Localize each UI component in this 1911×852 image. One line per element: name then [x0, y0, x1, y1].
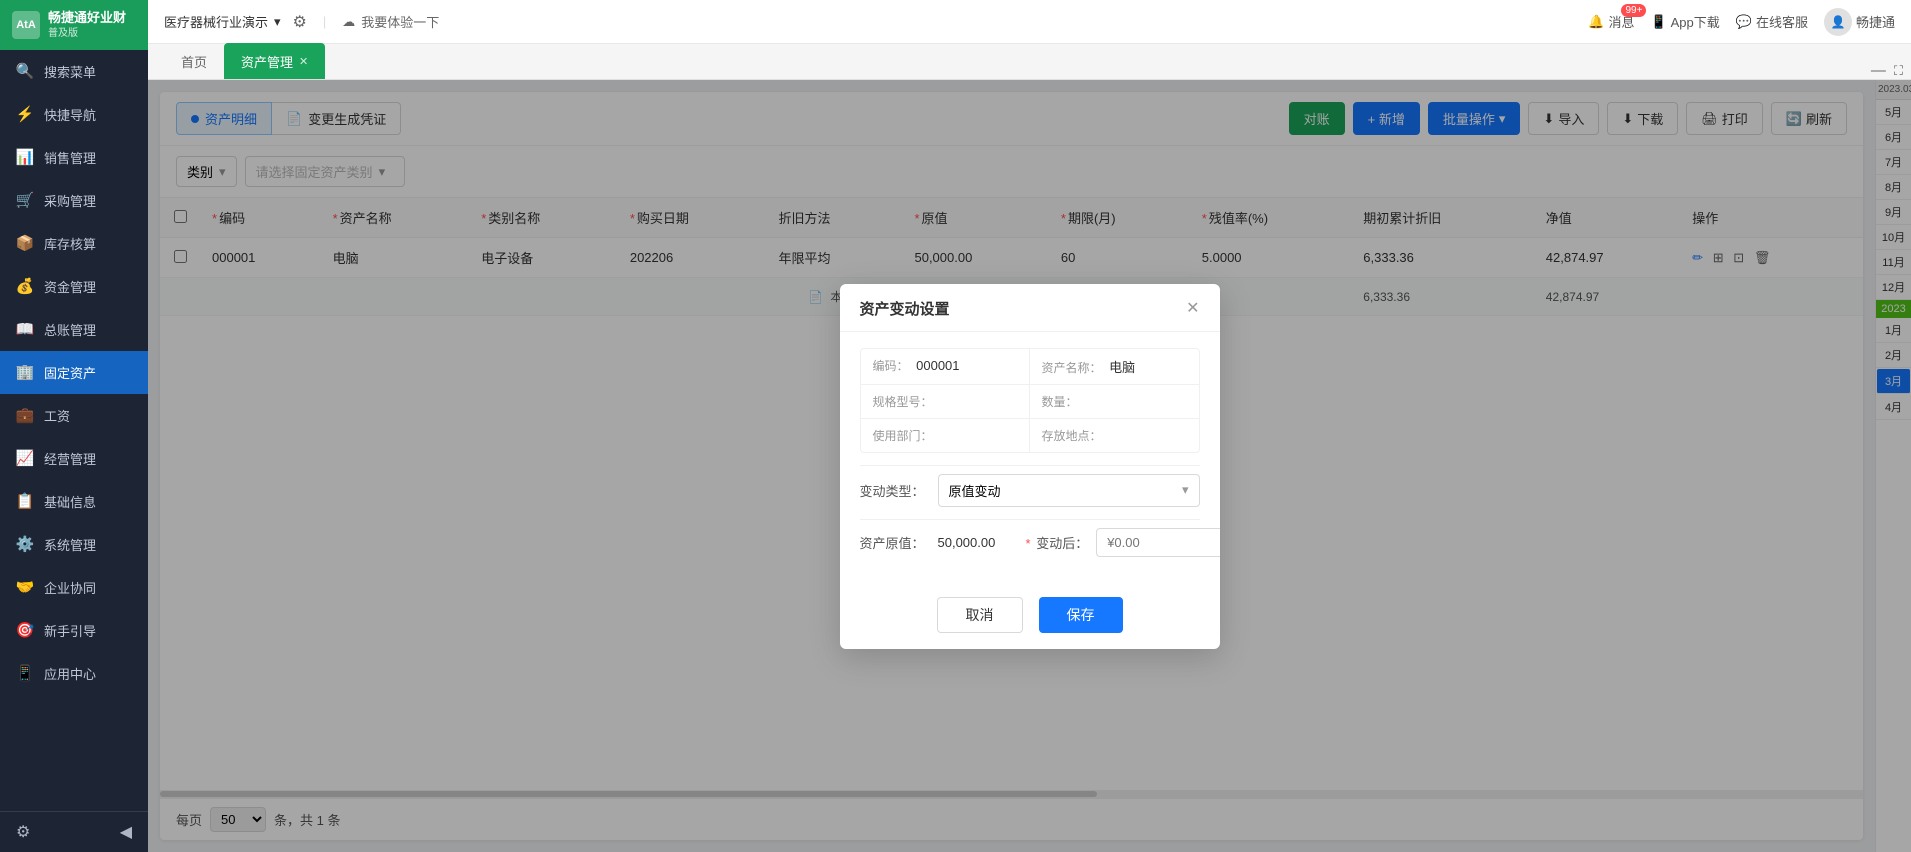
- content-area: 资产明细 📄 变更生成凭证 对账 + 新增 批量操作 ▾: [148, 80, 1911, 852]
- collapse-icon[interactable]: ◀: [120, 822, 132, 842]
- fixed-assets-icon: 🏢: [16, 363, 34, 381]
- sidebar-item-enterprise[interactable]: 🤝 企业协同: [0, 566, 148, 609]
- dialog-body: 编码： 000001 资产名称： 电脑 规格型号： 数量：: [840, 332, 1220, 585]
- window-maximize-icon[interactable]: ⛶: [1894, 63, 1903, 79]
- topbar-right: 🔔 消息 99+ 📱 App下载 💬 在线客服 👤 畅捷通: [1588, 8, 1895, 36]
- company-selector[interactable]: 医疗器械行业演示 ▾: [164, 12, 281, 31]
- sidebar-item-app-center[interactable]: 📱 应用中心: [0, 652, 148, 695]
- dialog-spec-cell: 规格型号：: [861, 385, 1030, 419]
- sidebar-item-system[interactable]: ⚙️ 系统管理: [0, 523, 148, 566]
- dialog-qty-cell: 数量：: [1030, 385, 1199, 419]
- experience-btn[interactable]: ☁ 我要体验一下: [342, 12, 439, 31]
- sidebar-item-ledger[interactable]: 📖 总账管理: [0, 308, 148, 351]
- sidebar: AtA 畅捷通好业财 普及版 🔍 搜索菜单 ⚡ 快捷导航 📊 销售管理 🛒 采购…: [0, 0, 148, 852]
- tab-home[interactable]: 首页: [164, 43, 224, 79]
- sidebar-item-purchase[interactable]: 🛒 采购管理: [0, 179, 148, 222]
- sidebar-item-inventory[interactable]: 📦 库存核算: [0, 222, 148, 265]
- purchase-icon: 🛒: [16, 191, 34, 209]
- service-icon: 💬: [1736, 14, 1752, 30]
- window-minimize-icon[interactable]: —: [1871, 62, 1886, 79]
- tabbar: 首页 资产管理 ✕ — ⛶: [148, 44, 1911, 80]
- guide-icon: 🎯: [16, 621, 34, 639]
- dialog-divider1: [860, 465, 1200, 466]
- tab-close-icon[interactable]: ✕: [299, 55, 308, 68]
- dropdown-icon: ▾: [274, 14, 281, 30]
- after-value-input[interactable]: [1107, 535, 1219, 550]
- app-center-icon: 📱: [16, 664, 34, 682]
- tab-asset-management[interactable]: 资产管理 ✕: [224, 43, 325, 79]
- system-icon: ⚙️: [16, 535, 34, 553]
- brand-text: 畅捷通好业财 普及版: [48, 10, 126, 40]
- topbar: 医疗器械行业演示 ▾ ⚙ | ☁ 我要体验一下 🔔 消息 99+ 📱 App下载…: [148, 0, 1911, 44]
- sidebar-item-guide[interactable]: 🎯 新手引导: [0, 609, 148, 652]
- change-type-select[interactable]: 原值变动 ▾: [938, 474, 1200, 507]
- asset-change-dialog: 资产变动设置 ✕ 编码： 000001 资产名称： 电脑: [840, 284, 1220, 649]
- avatar: 👤: [1824, 8, 1852, 36]
- change-type-row: 变动类型： 原值变动 ▾: [860, 474, 1200, 507]
- sales-icon: 📊: [16, 148, 34, 166]
- download-icon: 📱: [1650, 14, 1666, 30]
- enterprise-icon: 🤝: [16, 578, 34, 596]
- dialog-title: 资产变动设置: [860, 298, 950, 319]
- sidebar-item-fixed-assets[interactable]: 🏢 固定资产: [0, 351, 148, 394]
- dialog-dept-cell: 使用部门：: [861, 419, 1030, 452]
- download-btn[interactable]: 📱 App下载: [1650, 12, 1719, 31]
- dialog-name-cell: 资产名称： 电脑: [1030, 349, 1199, 385]
- dialog-code-cell: 编码： 000001: [861, 349, 1030, 385]
- topbar-divider: |: [323, 14, 326, 29]
- bell-icon: 🔔: [1588, 14, 1604, 30]
- required-after-label: * 变动后：: [1026, 533, 1089, 552]
- notification-badge: 99+: [1621, 4, 1646, 17]
- gear-icon[interactable]: ⚙: [293, 12, 307, 32]
- dialog-footer: 取消 保存: [840, 585, 1220, 649]
- sidebar-nav: 🔍 搜索菜单 ⚡ 快捷导航 📊 销售管理 🛒 采购管理 📦 库存核算 💰 资金管…: [0, 50, 148, 811]
- company-name: 医疗器械行业演示: [164, 12, 268, 31]
- search-icon: 🔍: [16, 62, 34, 80]
- dialog-location-cell: 存放地点：: [1030, 419, 1199, 452]
- original-value-display: 50,000.00: [938, 535, 1018, 550]
- cancel-button[interactable]: 取消: [937, 597, 1023, 633]
- dialog-divider2: [860, 519, 1200, 520]
- operations-icon: 📈: [16, 449, 34, 467]
- basic-info-icon: 📋: [16, 492, 34, 510]
- app-logo-icon: AtA: [12, 11, 40, 39]
- main-area: 医疗器械行业演示 ▾ ⚙ | ☁ 我要体验一下 🔔 消息 99+ 📱 App下载…: [148, 0, 1911, 852]
- inventory-icon: 📦: [16, 234, 34, 252]
- notifications-btn[interactable]: 🔔 消息 99+: [1588, 12, 1634, 31]
- settings-icon[interactable]: ⚙: [16, 822, 30, 842]
- after-value-input-wrapper[interactable]: [1096, 528, 1219, 557]
- sidebar-item-operations[interactable]: 📈 经营管理: [0, 437, 148, 480]
- save-button[interactable]: 保存: [1039, 597, 1123, 633]
- sidebar-item-quick-nav[interactable]: ⚡ 快捷导航: [0, 93, 148, 136]
- sidebar-logo: AtA 畅捷通好业财 普及版: [0, 0, 148, 50]
- sidebar-item-finance[interactable]: 💰 资金管理: [0, 265, 148, 308]
- cloud-icon: ☁: [342, 14, 355, 30]
- sidebar-item-search[interactable]: 🔍 搜索菜单: [0, 50, 148, 93]
- dialog-info-grid: 编码： 000001 资产名称： 电脑 规格型号： 数量：: [860, 348, 1200, 453]
- service-btn[interactable]: 💬 在线客服: [1736, 12, 1808, 31]
- sidebar-item-payroll[interactable]: 💼 工资: [0, 394, 148, 437]
- dropdown-icon: ▾: [1182, 482, 1189, 498]
- dialog-close-button[interactable]: ✕: [1186, 298, 1199, 318]
- dialog-overlay: 资产变动设置 ✕ 编码： 000001 资产名称： 电脑: [148, 80, 1911, 852]
- quick-nav-icon: ⚡: [16, 105, 34, 123]
- payroll-icon: 💼: [16, 406, 34, 424]
- sidebar-item-basic-info[interactable]: 📋 基础信息: [0, 480, 148, 523]
- ledger-icon: 📖: [16, 320, 34, 338]
- finance-icon: 💰: [16, 277, 34, 295]
- user-menu[interactable]: 👤 畅捷通: [1824, 8, 1895, 36]
- sidebar-bottom: ⚙ ◀: [0, 811, 148, 852]
- sidebar-item-sales[interactable]: 📊 销售管理: [0, 136, 148, 179]
- value-change-row: 资产原值： 50,000.00 * 变动后：: [860, 528, 1200, 557]
- dialog-header: 资产变动设置 ✕: [840, 284, 1220, 332]
